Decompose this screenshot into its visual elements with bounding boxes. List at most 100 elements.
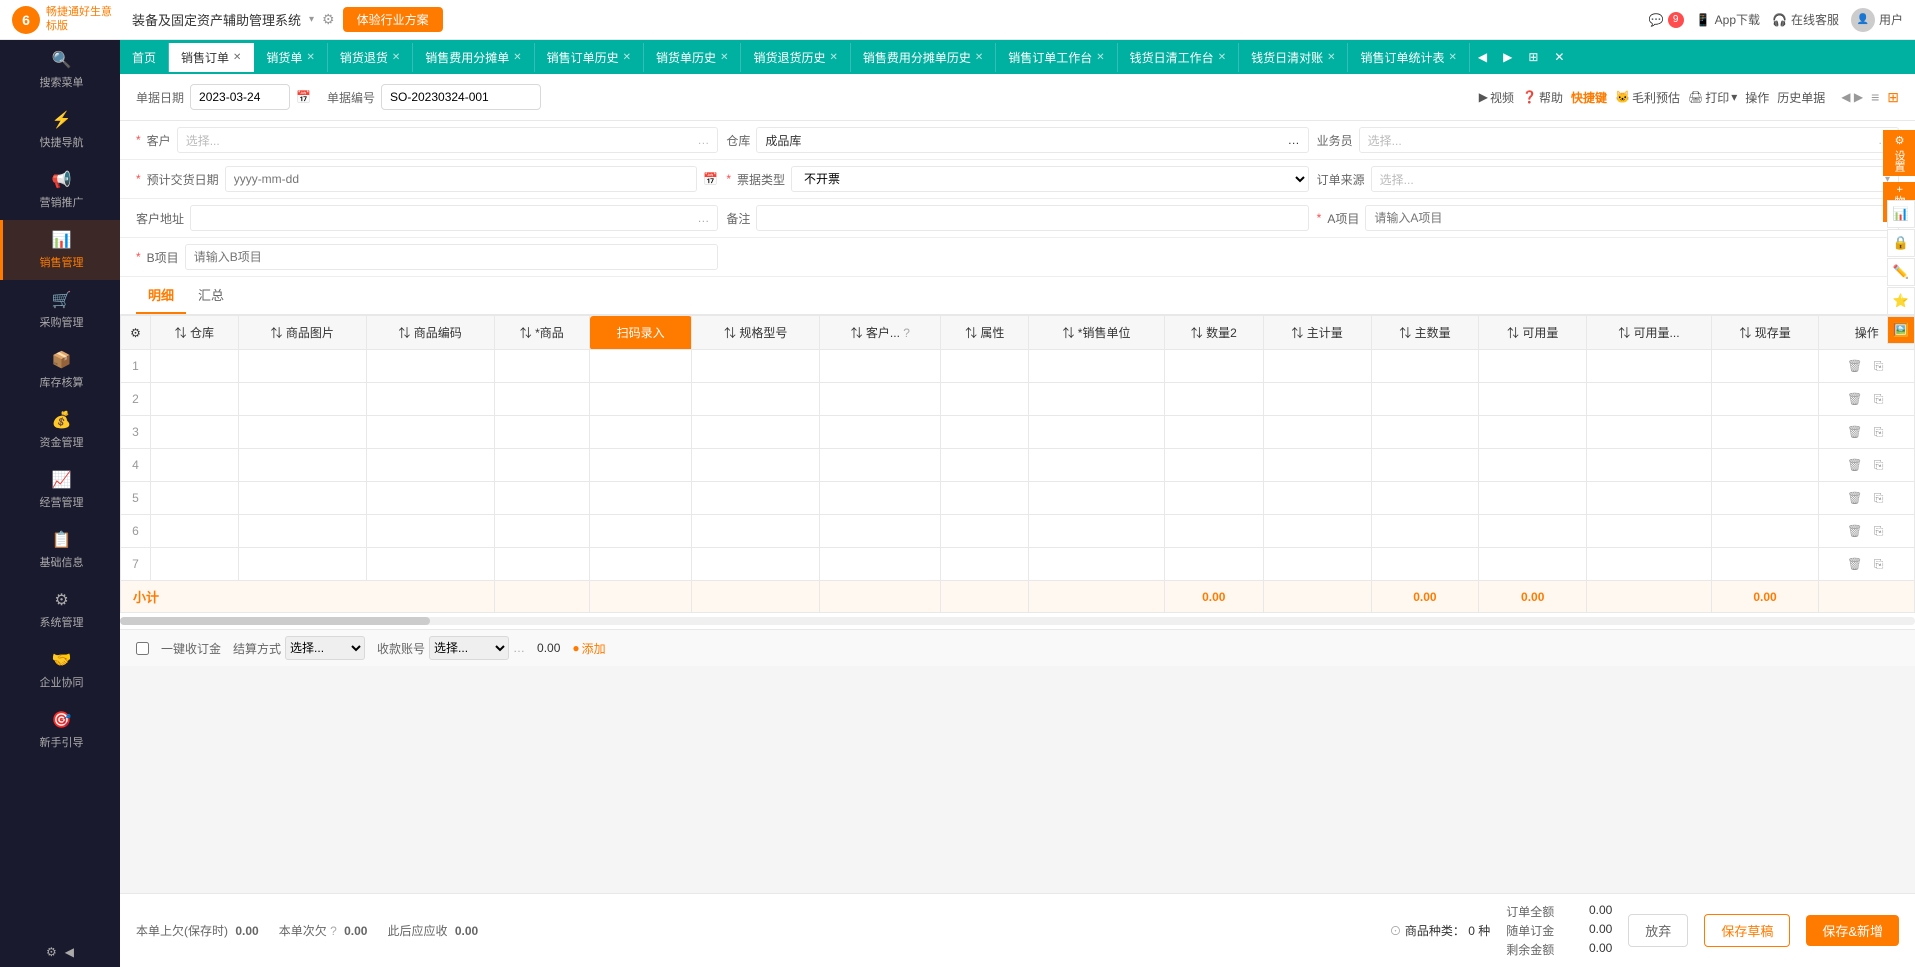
row-copy-icon-5[interactable]: ⎘ <box>1869 488 1889 508</box>
notification-area[interactable]: 💬 9 <box>1649 12 1684 28</box>
th-unit[interactable]: ⇅ *销售单位 <box>1029 316 1165 350</box>
panel-chart-icon[interactable]: 📊 <box>1887 200 1915 228</box>
one-click-deposit-checkbox[interactable] <box>136 642 149 655</box>
tab-workbench[interactable]: 销售订单工作台 ✕ <box>996 43 1117 72</box>
sidebar-item-quicknav[interactable]: ⚡ 快捷导航 <box>0 100 120 160</box>
td-attribute-1[interactable] <box>941 350 1029 383</box>
user-area[interactable]: 👤 用户 <box>1851 8 1903 32</box>
panel-image-icon[interactable]: 🖼️ <box>1887 316 1915 344</box>
td-current-stock-2[interactable] <box>1711 383 1819 416</box>
tab-cash-reconcile-close[interactable]: ✕ <box>1327 52 1335 63</box>
tab-sales-expense-close[interactable]: ✕ <box>513 52 521 63</box>
tab-sales-bill[interactable]: 销货单 ✕ <box>254 43 327 72</box>
help-link[interactable]: ❓ 帮助 <box>1522 89 1563 106</box>
th-qty2[interactable]: ⇅ 数量2 <box>1164 316 1263 350</box>
tab-detail-mingxi[interactable]: 明细 <box>136 277 186 314</box>
sidebar-item-system[interactable]: ⚙ 系统管理 <box>0 580 120 640</box>
sidebar-item-basicinfo[interactable]: 📋 基础信息 <box>0 520 120 580</box>
invoice-select[interactable]: 不开票 <box>791 166 1309 192</box>
calendar-icon[interactable]: 📅 <box>296 90 311 104</box>
td-qty2-2[interactable] <box>1164 383 1263 416</box>
account-select[interactable]: 选择... <box>429 636 509 660</box>
tab-close-all[interactable]: ✕ <box>1546 44 1572 70</box>
row-copy-icon-4[interactable]: ⎘ <box>1869 455 1889 475</box>
td-qty2-1[interactable] <box>1164 350 1263 383</box>
td-available2-1[interactable] <box>1587 350 1712 383</box>
shortcut-link[interactable]: 快捷键 <box>1571 89 1607 106</box>
tab-sales-bill-history-close[interactable]: ✕ <box>720 52 728 63</box>
note-input[interactable] <box>756 205 1308 231</box>
td-warehouse-3[interactable] <box>151 416 239 449</box>
current-due-help[interactable]: ? <box>330 924 337 938</box>
order-source-select[interactable]: 选择... ▾ <box>1371 166 1899 192</box>
td-available-2[interactable] <box>1479 383 1587 416</box>
th-image[interactable]: ⇅ 商品图片 <box>238 316 366 350</box>
nav-next-icon[interactable]: ▶ <box>1854 90 1863 104</box>
sidebar-item-search[interactable]: 🔍 搜索菜单 <box>0 40 120 100</box>
row-copy-icon-7[interactable]: ⎘ <box>1869 554 1889 574</box>
sidebar-item-guide[interactable]: 🎯 新手引导 <box>0 700 120 760</box>
solution-button[interactable]: 体验行业方案 <box>343 7 443 32</box>
th-code[interactable]: ⇅ 商品编码 <box>366 316 494 350</box>
panel-star-icon[interactable]: ⭐ <box>1887 287 1915 315</box>
tab-nav-prev[interactable]: ◀ <box>1470 44 1495 70</box>
profit-link[interactable]: 🐱 毛利预估 <box>1615 89 1680 106</box>
tab-sales-order[interactable]: 销售订单 ✕ <box>169 43 254 72</box>
panel-edit-icon[interactable]: ✏️ <box>1887 258 1915 286</box>
th-settings[interactable]: ⚙ <box>121 316 151 350</box>
tab-sales-stats-close[interactable]: ✕ <box>1449 52 1457 63</box>
tab-nav-next[interactable]: ▶ <box>1495 44 1520 70</box>
tab-sales-stats[interactable]: 销售订单统计表 ✕ <box>1348 43 1469 72</box>
date-input[interactable] <box>190 84 290 110</box>
delivery-calendar-icon[interactable]: 📅 <box>703 172 718 186</box>
th-available2[interactable]: ⇅ 可用量... <box>1587 316 1712 350</box>
history-link[interactable]: 历史单据 <box>1777 89 1825 106</box>
th-available[interactable]: ⇅ 可用量 <box>1479 316 1587 350</box>
sidebar-item-operations[interactable]: 📈 经营管理 <box>0 460 120 520</box>
sidebar-item-marketing[interactable]: 📢 营销推广 <box>0 160 120 220</box>
td-main-unit-2[interactable] <box>1263 383 1371 416</box>
row-delete-icon-5[interactable]: 🗑 <box>1845 488 1865 508</box>
print-dropdown-icon[interactable]: ▾ <box>1731 90 1737 104</box>
td-warehouse-2[interactable] <box>151 383 239 416</box>
payment-select[interactable]: 选择... <box>285 636 365 660</box>
tab-sales-bill-close[interactable]: ✕ <box>306 52 314 63</box>
online-support-link[interactable]: 🎧 在线客服 <box>1772 11 1839 28</box>
th-customer-code[interactable]: ⇅ 客户... ? <box>820 316 941 350</box>
delivery-date-input[interactable] <box>225 166 698 192</box>
warehouse-select[interactable]: 成品库 … <box>756 127 1308 153</box>
th-current-stock[interactable]: ⇅ 现存量 <box>1711 316 1819 350</box>
th-warehouse[interactable]: ⇅ 仓库 <box>151 316 239 350</box>
add-deposit-link[interactable]: ● 添加 <box>572 640 605 657</box>
settings-icon[interactable]: ⚙ <box>322 11 335 28</box>
tab-detail-huizong[interactable]: 汇总 <box>186 277 236 314</box>
td-product-2[interactable] <box>494 383 590 416</box>
th-main-unit[interactable]: ⇅ 主计量 <box>1263 316 1371 350</box>
td-code-1[interactable] <box>366 350 494 383</box>
table-scrollbar[interactable] <box>120 613 1915 629</box>
project-b-input[interactable] <box>185 244 719 270</box>
row-delete-icon-6[interactable]: 🗑 <box>1845 521 1865 541</box>
th-customer-code-help[interactable]: ? <box>903 326 910 340</box>
app-download-link[interactable]: 📱 App下载 <box>1696 11 1760 28</box>
row-delete-icon-7[interactable]: 🗑 <box>1845 554 1865 574</box>
row-copy-icon-1[interactable]: ⎘ <box>1869 356 1889 376</box>
row-copy-icon-6[interactable]: ⎘ <box>1869 521 1889 541</box>
th-spec[interactable]: ⇅ 规格型号 <box>692 316 820 350</box>
td-spec-1[interactable] <box>692 350 820 383</box>
row-copy-icon-3[interactable]: ⎘ <box>1869 422 1889 442</box>
sidebar-item-purchase[interactable]: 🛒 采购管理 <box>0 280 120 340</box>
td-code-2[interactable] <box>366 383 494 416</box>
td-unit-2[interactable] <box>1029 383 1165 416</box>
sidebar-item-sales[interactable]: 📊 销售管理 <box>0 220 120 280</box>
row-delete-icon-2[interactable]: 🗑 <box>1845 389 1865 409</box>
td-product-1[interactable] <box>494 350 590 383</box>
td-warehouse-1[interactable] <box>151 350 239 383</box>
customer-select[interactable]: 选择... … <box>177 127 719 153</box>
tab-sales-return[interactable]: 销货退货 ✕ <box>328 43 413 72</box>
th-product[interactable]: ⇅ *商品 <box>494 316 590 350</box>
th-attribute[interactable]: ⇅ 属性 <box>941 316 1029 350</box>
number-input[interactable] <box>381 84 541 110</box>
sidebar-settings-icon[interactable]: ⚙ <box>46 945 57 959</box>
row-delete-icon-3[interactable]: 🗑 <box>1845 422 1865 442</box>
